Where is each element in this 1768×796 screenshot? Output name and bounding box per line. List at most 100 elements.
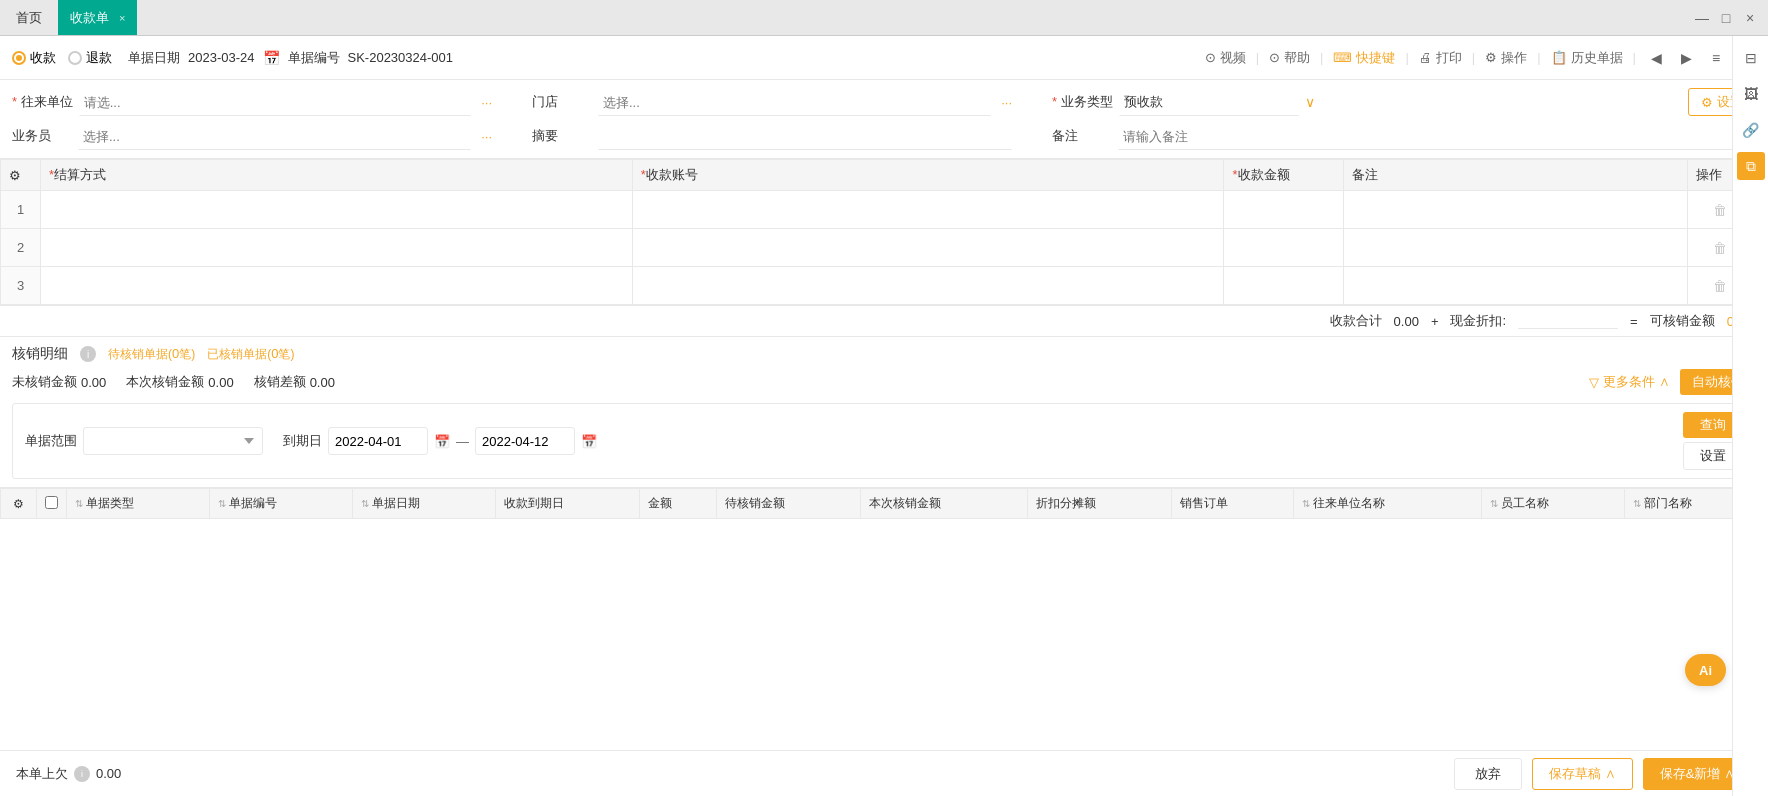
staff-input[interactable] <box>78 122 471 150</box>
action-help[interactable]: ⊙ 帮助 <box>1269 49 1310 67</box>
ai-bubble[interactable]: Ai <box>1685 654 1726 686</box>
row2-amount[interactable] <box>1224 229 1344 267</box>
action-shortcut[interactable]: ⌨ 快捷键 <box>1333 49 1395 67</box>
prev-label: 本单上欠 <box>16 765 68 783</box>
stat-diff-label: 核销差额 <box>254 373 306 391</box>
row3-paymethod[interactable] <box>41 267 633 305</box>
range-label: 单据范围 <box>25 432 77 450</box>
tab-active-shoukuandan[interactable]: 收款单 × <box>58 0 137 35</box>
row2-account[interactable] <box>632 229 1224 267</box>
btable-header-salesorder: 销售订单 <box>1172 489 1294 519</box>
discount-input[interactable] <box>1518 313 1618 329</box>
radio-tuikuan[interactable]: 退款 <box>68 49 112 67</box>
save-draft-btn[interactable]: 保存草稿 ∧ <box>1532 758 1633 790</box>
shop-input[interactable] <box>598 88 991 116</box>
equals-label: = <box>1630 314 1638 329</box>
row1-amount[interactable] <box>1224 191 1344 229</box>
select-all-checkbox[interactable] <box>45 496 58 509</box>
gear-icon-setting: ⚙ <box>1701 95 1713 110</box>
btable-header-duedate: 收款到期日 <box>496 489 640 519</box>
bottom-table-section: ⚙ ⇅ 单据类型 ⇅ 单据编号 ⇅ 单据日期 收款到期日 金额 待核销金额 本次… <box>0 488 1768 519</box>
verify-info-icon[interactable]: i <box>80 346 96 362</box>
sidebar-table-icon[interactable]: ⊟ <box>1737 44 1765 72</box>
btable-header-docdate: ⇅ 单据日期 <box>353 489 496 519</box>
row2-paymethod[interactable] <box>41 229 633 267</box>
save-new-label: 保存&新增 ∧ <box>1660 765 1735 783</box>
partner-input[interactable] <box>79 88 471 116</box>
radio-tuikuan-label: 退款 <box>86 49 112 67</box>
btable-header-gear[interactable]: ⚙ <box>1 489 37 519</box>
cal-to-icon[interactable]: 📅 <box>581 434 597 449</box>
doc-info: 单据日期 2023-03-24 📅 单据编号 SK-20230324-001 <box>128 49 453 67</box>
staff-more-icon[interactable]: ··· <box>481 129 492 144</box>
biztype-field-group: 业务类型 ∨ ⚙ 设置 <box>1052 88 1756 116</box>
partner-label: 往来单位 <box>12 93 73 111</box>
tab-close-icon[interactable]: × <box>119 12 125 24</box>
summary-input[interactable] <box>598 122 1012 150</box>
staff-field-group: 业务员 ··· <box>12 122 492 150</box>
sidebar-image-icon[interactable]: 🖼 <box>1737 80 1765 108</box>
calendar-icon[interactable]: 📅 <box>263 50 280 66</box>
date-to-input[interactable]: 2022-04-12 <box>475 427 575 455</box>
action-history[interactable]: 📋 历史单据 <box>1551 49 1623 67</box>
nav-list-btn[interactable]: ≡ <box>1706 48 1726 68</box>
main-data-table: ⚙ *结算方式 *收款账号 *收款金额 备注 操作 1 <box>0 159 1768 305</box>
nav-prev-btn[interactable]: ◀ <box>1646 48 1666 68</box>
stat-current-verify: 本次核销金额 0.00 <box>126 373 233 391</box>
footer-left: 本单上欠 i 0.00 <box>16 765 121 783</box>
row3-delete-icon[interactable]: 🗑 <box>1713 278 1727 294</box>
action-print-label: 打印 <box>1436 49 1462 67</box>
radio-shoukuan[interactable]: 收款 <box>12 49 56 67</box>
verify-title: 核销明细 <box>12 345 68 363</box>
verify-amt-label: 可核销金额 <box>1650 312 1715 330</box>
row1-remark[interactable] <box>1344 191 1688 229</box>
table-row: 3 🗑 ⧉ <box>1 267 1768 305</box>
shop-more-icon[interactable]: ··· <box>1001 95 1012 110</box>
form-row-2: 业务员 ··· 摘要 备注 <box>12 122 1756 150</box>
remark-input[interactable] <box>1118 122 1756 150</box>
action-ops[interactable]: ⚙ 操作 <box>1485 49 1527 67</box>
biztype-dropdown-icon[interactable]: ∨ <box>1305 94 1315 110</box>
row1-paymethod[interactable] <box>41 191 633 229</box>
sidebar-link-icon[interactable]: 🔗 <box>1737 116 1765 144</box>
row1-delete-icon[interactable]: 🗑 <box>1713 202 1727 218</box>
discard-btn[interactable]: 放弃 <box>1454 758 1522 790</box>
summary-label: 摘要 <box>532 127 592 145</box>
action-video[interactable]: ⊙ 视频 <box>1205 49 1246 67</box>
print-icon: 🖨 <box>1419 50 1432 65</box>
partner-more-icon[interactable]: ··· <box>481 95 492 110</box>
verified-tab-link[interactable]: 已核销单据(0笔) <box>207 346 294 363</box>
help-icon: ⊙ <box>1269 50 1280 65</box>
footer-info-icon[interactable]: i <box>74 766 90 782</box>
cal-from-icon[interactable]: 📅 <box>434 434 450 449</box>
row3-amount[interactable] <box>1224 267 1344 305</box>
row3-account[interactable] <box>632 267 1224 305</box>
stat-current-label: 本次核销金额 <box>126 373 204 391</box>
btable-header-check[interactable] <box>37 489 67 519</box>
btable-header-staff: ⇅ 员工名称 <box>1481 489 1624 519</box>
table-header-gear[interactable]: ⚙ <box>1 160 41 191</box>
row3-remark[interactable] <box>1344 267 1688 305</box>
biztype-input[interactable] <box>1119 88 1299 116</box>
date-from-input[interactable]: 2022-04-01 <box>328 427 428 455</box>
shortcut-icon: ⌨ <box>1333 50 1352 65</box>
due-date-label: 到期日 <box>283 432 322 450</box>
row2-delete-icon[interactable]: 🗑 <box>1713 240 1727 256</box>
pending-tab-link[interactable]: 待核销单据(0笔) <box>108 346 195 363</box>
window-minimize-btn[interactable]: — <box>1692 8 1712 28</box>
nav-next-btn[interactable]: ▶ <box>1676 48 1696 68</box>
row-num-3: 3 <box>1 267 41 305</box>
action-ops-label: 操作 <box>1501 49 1527 67</box>
row2-remark[interactable] <box>1344 229 1688 267</box>
tab-bar-right: — □ × <box>1692 8 1768 28</box>
window-close-btn[interactable]: × <box>1740 8 1760 28</box>
footer-right: 放弃 保存草稿 ∧ 保存&新增 ∧ <box>1454 758 1752 790</box>
action-print[interactable]: 🖨 打印 <box>1419 49 1462 67</box>
tab-home[interactable]: 首页 <box>0 0 58 35</box>
sidebar-popup-icon[interactable]: ⧉ <box>1737 152 1765 180</box>
row1-account[interactable] <box>632 191 1224 229</box>
more-conditions-btn[interactable]: ▽ 更多条件 ∧ <box>1589 373 1670 391</box>
window-maximize-btn[interactable]: □ <box>1716 8 1736 28</box>
summary-field-group: 摘要 <box>532 122 1012 150</box>
range-select[interactable] <box>83 427 263 455</box>
